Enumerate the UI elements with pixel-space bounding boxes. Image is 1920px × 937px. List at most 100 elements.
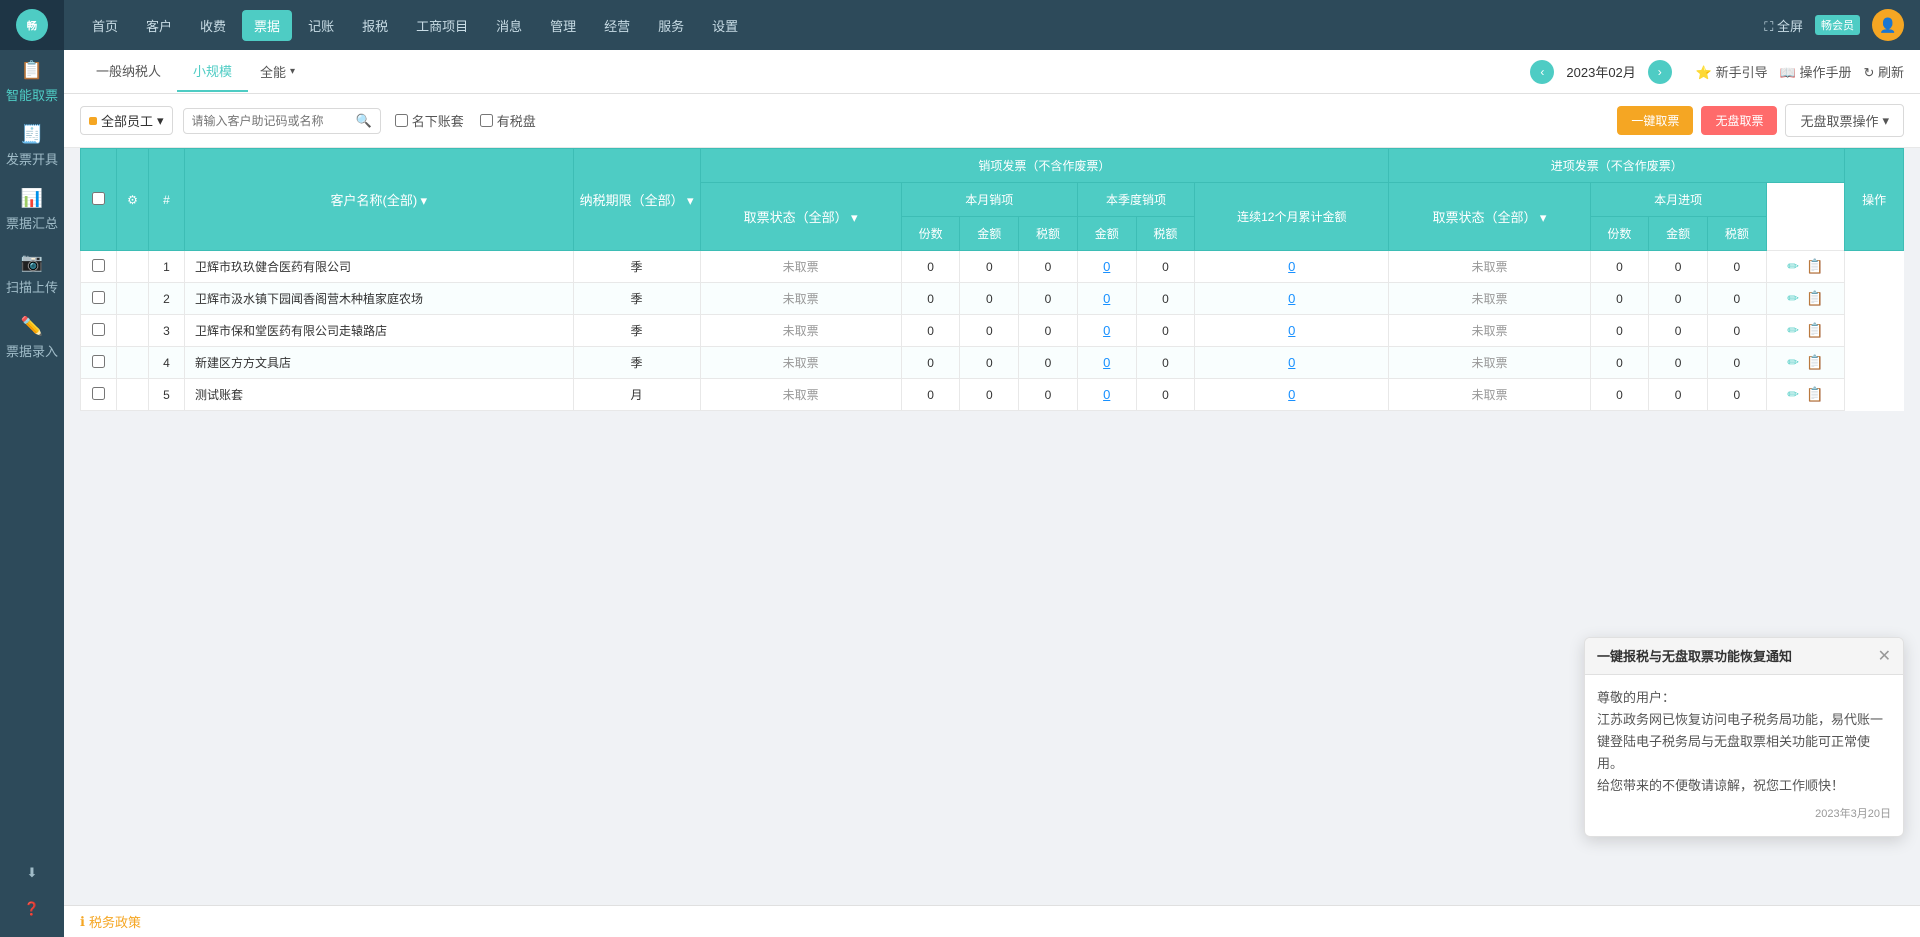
page-tabbar: 一般纳税人 小规模 全能 ▾ ‹ 2023年02月 › ⭐ 新手引导 📖 操作手… — [64, 50, 1920, 94]
nav-settings[interactable]: 设置 — [700, 10, 750, 41]
row-detail-button[interactable]: 📋 — [1806, 322, 1823, 338]
tab-all-capable[interactable]: 全能 ▾ — [248, 52, 307, 91]
sidebar-item-smart-fetch[interactable]: 📋 智能取票 — [0, 50, 64, 114]
col-sales-status-header[interactable]: 取票状态（全部） ▾ — [700, 183, 901, 251]
row-no: 2 — [149, 283, 185, 315]
notification-popup: 一键报税与无盘取票功能恢复通知 ✕ 尊敬的用户： 江苏政务网已恢复访问电子税务局… — [1584, 637, 1904, 837]
row-checkbox[interactable] — [92, 355, 105, 368]
row-s-quarter-amount: 0 — [1077, 315, 1136, 347]
sales-status-filter-icon: ▾ — [851, 210, 858, 225]
col-settings-header[interactable]: ⚙ — [117, 149, 149, 251]
nav-business[interactable]: 工商项目 — [404, 10, 480, 41]
checkbox-has-tax-disk[interactable]: 有税盘 — [480, 111, 536, 130]
row-settings-cell — [117, 251, 149, 283]
sidebar-logo[interactable]: 畅 — [0, 0, 64, 50]
refresh-icon: ↻ — [1863, 65, 1874, 80]
nav-service[interactable]: 服务 — [646, 10, 696, 41]
nav-billing[interactable]: 收费 — [188, 10, 238, 41]
row-detail-button[interactable]: 📋 — [1806, 386, 1823, 402]
checkbox-own-accounts[interactable]: 名下账套 — [395, 111, 464, 130]
filter-toolbar: 全部员工 ▾ 🔍 名下账套 有税盘 一键取票 无盘取票 — [64, 94, 1920, 148]
row-edit-button[interactable]: ✏ — [1787, 290, 1799, 306]
tab-general-taxpayer[interactable]: 一般纳税人 — [80, 51, 177, 92]
smart-fetch-icon: 📋 — [21, 60, 43, 81]
nav-operation[interactable]: 经营 — [592, 10, 642, 41]
row-detail-button[interactable]: 📋 — [1806, 290, 1823, 306]
row-s-month-num: 0 — [901, 283, 960, 315]
sidebar: 畅 📋 智能取票 🧾 发票开具 📊 票据汇总 📷 扫描上传 ✏️ 票据录入 ⬇ … — [0, 0, 64, 937]
row-edit-button[interactable]: ✏ — [1787, 354, 1799, 370]
employee-filter[interactable]: 全部员工 ▾ — [80, 106, 173, 135]
manual-button[interactable]: 📖 操作手册 — [1780, 62, 1852, 81]
col-p-month-num: 份数 — [1590, 217, 1649, 251]
row-name: 卫辉市保和堂医药有限公司走辕路店 — [185, 315, 574, 347]
sidebar-item-scan[interactable]: 📷 扫描上传 — [0, 242, 64, 306]
sidebar-item-summary-label: 票据汇总 — [6, 213, 58, 232]
sales-invoice-header: 销项发票（不含作废票） — [700, 149, 1389, 183]
row-s-month-amount: 0 — [960, 379, 1019, 411]
row-s-quarter-amount: 0 — [1077, 347, 1136, 379]
search-input[interactable] — [192, 114, 352, 128]
row-checkbox-cell[interactable] — [81, 251, 117, 283]
col-checkbox-header[interactable] — [81, 149, 117, 251]
row-checkbox[interactable] — [92, 323, 105, 336]
row-sales-status: 未取票 — [700, 283, 901, 315]
row-edit-button[interactable]: ✏ — [1787, 322, 1799, 338]
row-edit-button[interactable]: ✏ — [1787, 258, 1799, 274]
notification-close-button[interactable]: ✕ — [1878, 646, 1891, 666]
col-purchase-status-header[interactable]: 取票状态（全部） ▾ — [1389, 183, 1590, 251]
row-detail-button[interactable]: 📋 — [1806, 354, 1823, 370]
tab-small-scale[interactable]: 小规模 — [177, 51, 248, 92]
table-row: 4 新建区方方文具店 季 未取票 0 0 0 0 0 0 未取票 0 0 0 ✏… — [81, 347, 1904, 379]
nav-accounting[interactable]: 记账 — [296, 10, 346, 41]
row-s-month-num: 0 — [901, 251, 960, 283]
tab-all-capable-label: 全能 — [260, 62, 286, 81]
row-checkbox-cell[interactable] — [81, 347, 117, 379]
nav-tax[interactable]: 报税 — [350, 10, 400, 41]
own-accounts-checkbox[interactable] — [395, 114, 408, 127]
sidebar-item-summary[interactable]: 📊 票据汇总 — [0, 178, 64, 242]
nav-home[interactable]: 首页 — [80, 10, 130, 41]
row-detail-button[interactable]: 📋 — [1806, 258, 1823, 274]
prev-month-button[interactable]: ‹ — [1530, 60, 1554, 84]
no-disk-fetch-button[interactable]: 无盘取票 — [1701, 106, 1777, 135]
status-text[interactable]: 税务政策 — [89, 912, 141, 931]
col-period-header[interactable]: 纳税期限（全部） ▾ — [573, 149, 700, 251]
row-no: 3 — [149, 315, 185, 347]
col-name-header[interactable]: 客户名称(全部) ▾ — [185, 149, 574, 251]
nav-manage[interactable]: 管理 — [538, 10, 588, 41]
notification-content: 江苏政务网已恢复访问电子税务局功能，易代账一键登陆电子税务局与无盘取票相关功能可… — [1597, 709, 1891, 775]
one-click-fetch-button[interactable]: 一键取票 — [1617, 106, 1693, 135]
has-tax-disk-checkbox[interactable] — [480, 114, 493, 127]
row-checkbox[interactable] — [92, 387, 105, 400]
notification-header: 一键报税与无盘取票功能恢复通知 ✕ — [1585, 638, 1903, 675]
row-s-12month: 0 — [1195, 315, 1389, 347]
select-all-checkbox[interactable] — [92, 192, 105, 205]
nav-invoice[interactable]: 票据 — [242, 10, 292, 41]
row-checkbox[interactable] — [92, 259, 105, 272]
next-month-button[interactable]: › — [1648, 60, 1672, 84]
row-checkbox-cell[interactable] — [81, 283, 117, 315]
no-disk-ops-button[interactable]: 无盘取票操作 ▾ — [1785, 104, 1904, 137]
nav-customer[interactable]: 客户 — [134, 10, 184, 41]
refresh-button[interactable]: ↻ 刷新 — [1863, 62, 1904, 81]
vip-badge[interactable]: 畅会员 — [1815, 15, 1860, 35]
row-edit-button[interactable]: ✏ — [1787, 386, 1799, 402]
employee-filter-chevron: ▾ — [157, 113, 164, 129]
nav-message[interactable]: 消息 — [484, 10, 534, 41]
guide-button[interactable]: ⭐ 新手引导 — [1696, 62, 1768, 81]
row-checkbox-cell[interactable] — [81, 315, 117, 347]
user-avatar[interactable]: 👤 — [1872, 9, 1904, 41]
row-p-month-amount: 0 — [1649, 347, 1708, 379]
sidebar-item-entry[interactable]: ✏️ 票据录入 — [0, 306, 64, 370]
sidebar-item-help[interactable]: ❓ — [0, 891, 64, 927]
invoice-table: ⚙ # 客户名称(全部) ▾ 纳税期限（全部） ▾ 销项发票（不含作废票） 进项… — [80, 148, 1904, 411]
row-checkbox[interactable] — [92, 291, 105, 304]
row-name: 测试账套 — [185, 379, 574, 411]
search-icon[interactable]: 🔍 — [356, 113, 372, 129]
no-disk-ops-label: 无盘取票操作 — [1800, 111, 1878, 130]
sidebar-item-download[interactable]: ⬇ — [0, 855, 64, 891]
fullscreen-button[interactable]: ⛶ 全屏 — [1764, 16, 1803, 35]
sidebar-item-issue[interactable]: 🧾 发票开具 — [0, 114, 64, 178]
row-checkbox-cell[interactable] — [81, 379, 117, 411]
